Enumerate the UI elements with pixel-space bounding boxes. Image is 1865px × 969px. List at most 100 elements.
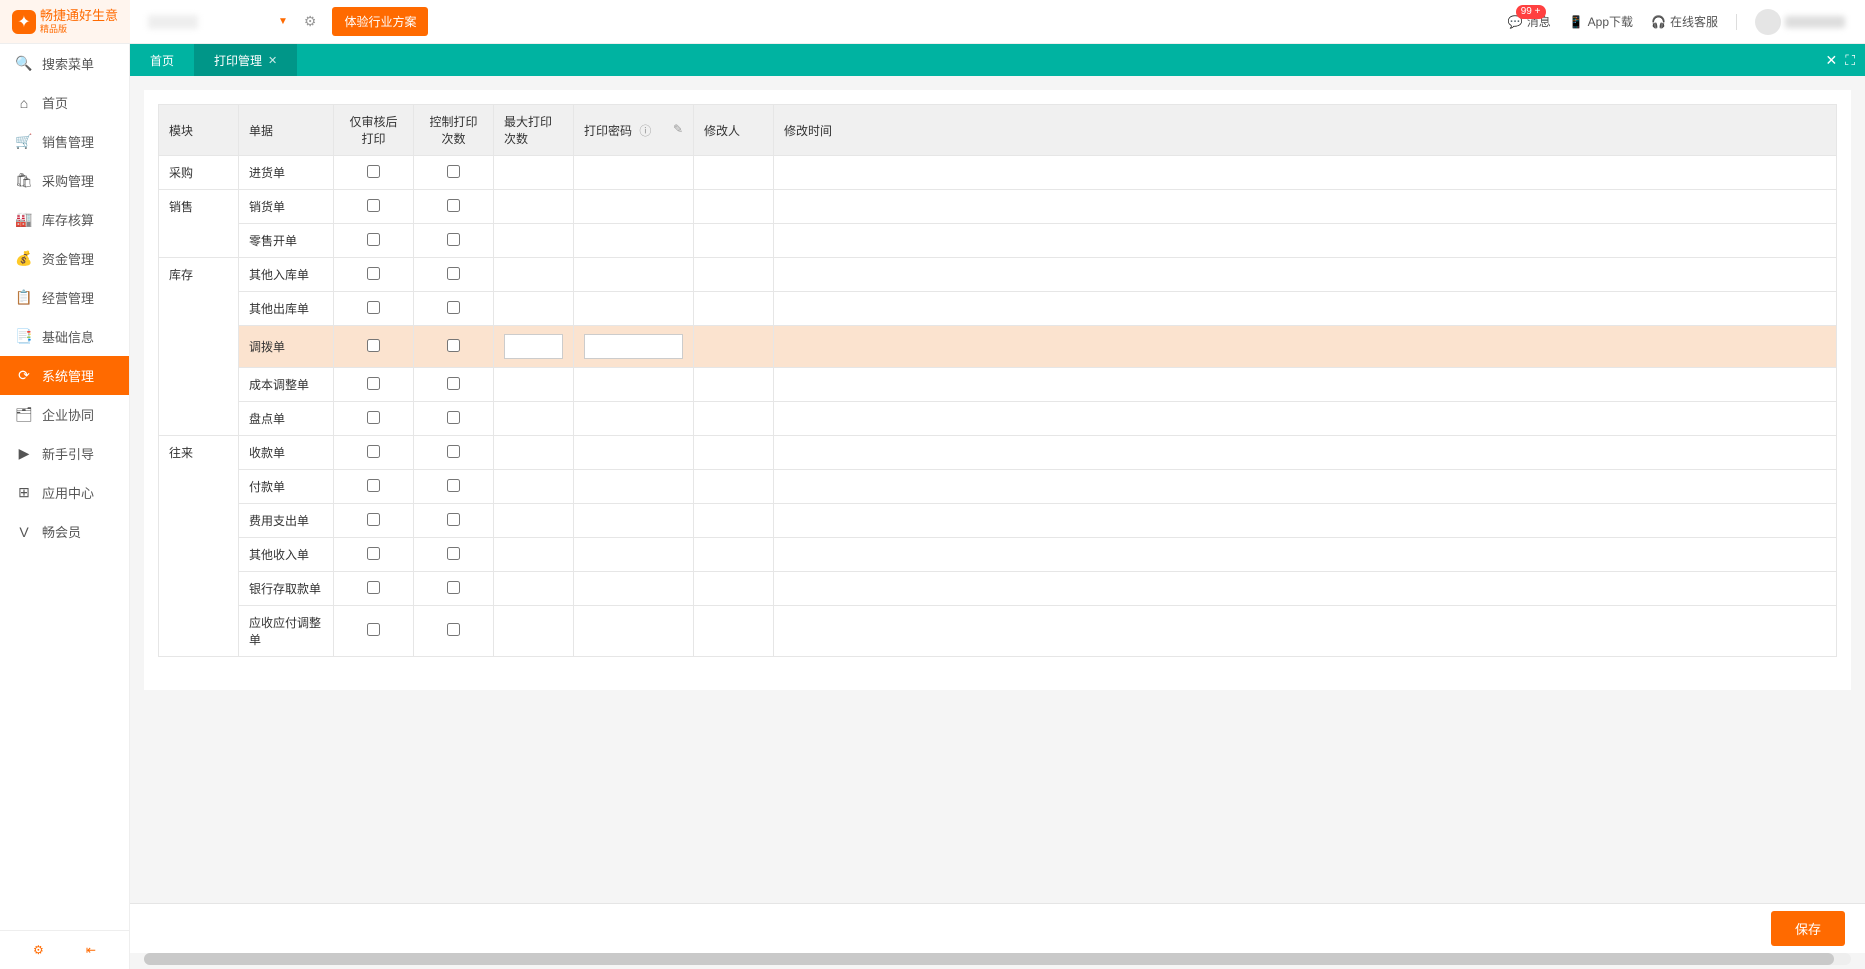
audit-only-checkbox[interactable]: [367, 267, 380, 280]
password-cell: [574, 190, 694, 224]
max-count-cell: [494, 572, 574, 606]
audit-only-checkbox[interactable]: [367, 623, 380, 636]
modifier-cell: [694, 292, 774, 326]
sidebar-item-operation[interactable]: 📋经营管理: [0, 278, 129, 317]
limit-count-checkbox[interactable]: [447, 377, 460, 390]
password-cell: [574, 504, 694, 538]
doc-cell: 调拨单: [239, 326, 334, 368]
audit-only-cell: [334, 292, 414, 326]
audit-only-checkbox[interactable]: [367, 547, 380, 560]
sidebar-item-member[interactable]: V畅会员: [0, 512, 129, 551]
purchase-icon: 🛍: [16, 173, 32, 189]
sidebar-item-sales[interactable]: 🛒销售管理: [0, 122, 129, 161]
chevron-down-icon: ▼: [278, 16, 288, 27]
app-download-label: App下载: [1588, 13, 1633, 30]
sidebar-item-basic[interactable]: 📑基础信息: [0, 317, 129, 356]
audit-only-checkbox[interactable]: [367, 339, 380, 352]
password-cell: [574, 156, 694, 190]
tab-fullscreen-icon[interactable]: ⛶: [1845, 52, 1855, 69]
sidebar-item-label: 资金管理: [42, 249, 94, 268]
edit-column-icon[interactable]: ✎: [673, 122, 683, 136]
tenant-selector[interactable]: ▼: [148, 15, 288, 29]
limit-count-cell: [414, 368, 494, 402]
sidebar-item-apps[interactable]: ⊞应用中心: [0, 473, 129, 512]
limit-count-checkbox[interactable]: [447, 267, 460, 280]
max-count-cell: [494, 258, 574, 292]
print-settings-card: 模块 单据 仅审核后打印 控制打印次数 最大打印次数 打印密码 ⓘ ✎ 修改人: [144, 90, 1851, 690]
limit-count-cell: [414, 402, 494, 436]
save-button[interactable]: 保存: [1771, 911, 1845, 946]
modified-at-cell: [774, 402, 1837, 436]
close-icon[interactable]: ✕: [268, 54, 277, 67]
audit-only-checkbox[interactable]: [367, 411, 380, 424]
horizontal-scrollbar[interactable]: [144, 953, 1851, 965]
sidebar-item-search-menu[interactable]: 🔍搜索菜单: [0, 44, 129, 83]
audit-only-checkbox[interactable]: [367, 581, 380, 594]
user-menu[interactable]: [1755, 9, 1845, 35]
audit-only-checkbox[interactable]: [367, 445, 380, 458]
modifier-cell: [694, 402, 774, 436]
sidebar-item-funds[interactable]: 💰资金管理: [0, 239, 129, 278]
limit-count-checkbox[interactable]: [447, 339, 460, 352]
limit-count-checkbox[interactable]: [447, 479, 460, 492]
footer-settings-icon[interactable]: ⚙: [33, 943, 44, 957]
password-cell: [574, 292, 694, 326]
table-row: 付款单: [159, 470, 1837, 504]
divider: [1736, 14, 1737, 30]
audit-only-checkbox[interactable]: [367, 301, 380, 314]
audit-only-checkbox[interactable]: [367, 513, 380, 526]
modified-at-cell: [774, 224, 1837, 258]
modifier-cell: [694, 224, 774, 258]
max-count-cell: [494, 368, 574, 402]
sidebar-item-home[interactable]: ⌂首页: [0, 83, 129, 122]
help-icon[interactable]: ⓘ: [639, 124, 651, 138]
limit-count-checkbox[interactable]: [447, 623, 460, 636]
plan-button[interactable]: 体验行业方案: [332, 7, 428, 36]
limit-count-checkbox[interactable]: [447, 301, 460, 314]
sidebar-item-collab[interactable]: 🗂企业协同: [0, 395, 129, 434]
audit-only-checkbox[interactable]: [367, 377, 380, 390]
modifier-cell: [694, 606, 774, 657]
limit-count-cell: [414, 156, 494, 190]
app-download-link[interactable]: 📱 App下载: [1569, 13, 1633, 30]
modifier-cell: [694, 156, 774, 190]
sidebar-item-guide[interactable]: ▶新手引导: [0, 434, 129, 473]
tab-打印管理[interactable]: 打印管理✕: [194, 44, 297, 76]
limit-count-checkbox[interactable]: [447, 199, 460, 212]
sidebar-item-purchase[interactable]: 🛍采购管理: [0, 161, 129, 200]
sidebar-item-label: 畅会员: [42, 522, 81, 541]
limit-count-checkbox[interactable]: [447, 411, 460, 424]
footer-collapse-icon[interactable]: ⇤: [86, 943, 96, 957]
password-input[interactable]: [584, 334, 683, 359]
print-settings-table: 模块 单据 仅审核后打印 控制打印次数 最大打印次数 打印密码 ⓘ ✎ 修改人: [158, 104, 1837, 657]
limit-count-checkbox[interactable]: [447, 445, 460, 458]
audit-only-checkbox[interactable]: [367, 233, 380, 246]
audit-only-checkbox[interactable]: [367, 199, 380, 212]
limit-count-checkbox[interactable]: [447, 165, 460, 178]
table-row: 其他出库单: [159, 292, 1837, 326]
sidebar-item-system[interactable]: ⟳系统管理: [0, 356, 129, 395]
modifier-cell: [694, 504, 774, 538]
online-service-link[interactable]: 🎧 在线客服: [1651, 13, 1718, 30]
settings-icon[interactable]: ⚙: [304, 13, 317, 30]
limit-count-checkbox[interactable]: [447, 547, 460, 560]
limit-count-checkbox[interactable]: [447, 233, 460, 246]
doc-cell: 收款单: [239, 436, 334, 470]
messages-link[interactable]: 💬 99 + 消息: [1508, 13, 1551, 30]
limit-count-checkbox[interactable]: [447, 581, 460, 594]
modified-at-cell: [774, 258, 1837, 292]
audit-only-checkbox[interactable]: [367, 165, 380, 178]
limit-count-cell: [414, 190, 494, 224]
sidebar-item-label: 经营管理: [42, 288, 94, 307]
audit-only-checkbox[interactable]: [367, 479, 380, 492]
limit-count-checkbox[interactable]: [447, 513, 460, 526]
sidebar-item-inventory[interactable]: 🏭库存核算: [0, 200, 129, 239]
tab-close-all-icon[interactable]: ✕: [1825, 52, 1837, 69]
headset-icon: 🎧: [1651, 15, 1666, 29]
system-icon: ⟳: [16, 368, 32, 384]
max-count-input[interactable]: [504, 334, 563, 359]
modified-at-cell: [774, 326, 1837, 368]
modified-at-cell: [774, 190, 1837, 224]
tab-首页[interactable]: 首页: [130, 44, 194, 76]
doc-cell: 其他出库单: [239, 292, 334, 326]
